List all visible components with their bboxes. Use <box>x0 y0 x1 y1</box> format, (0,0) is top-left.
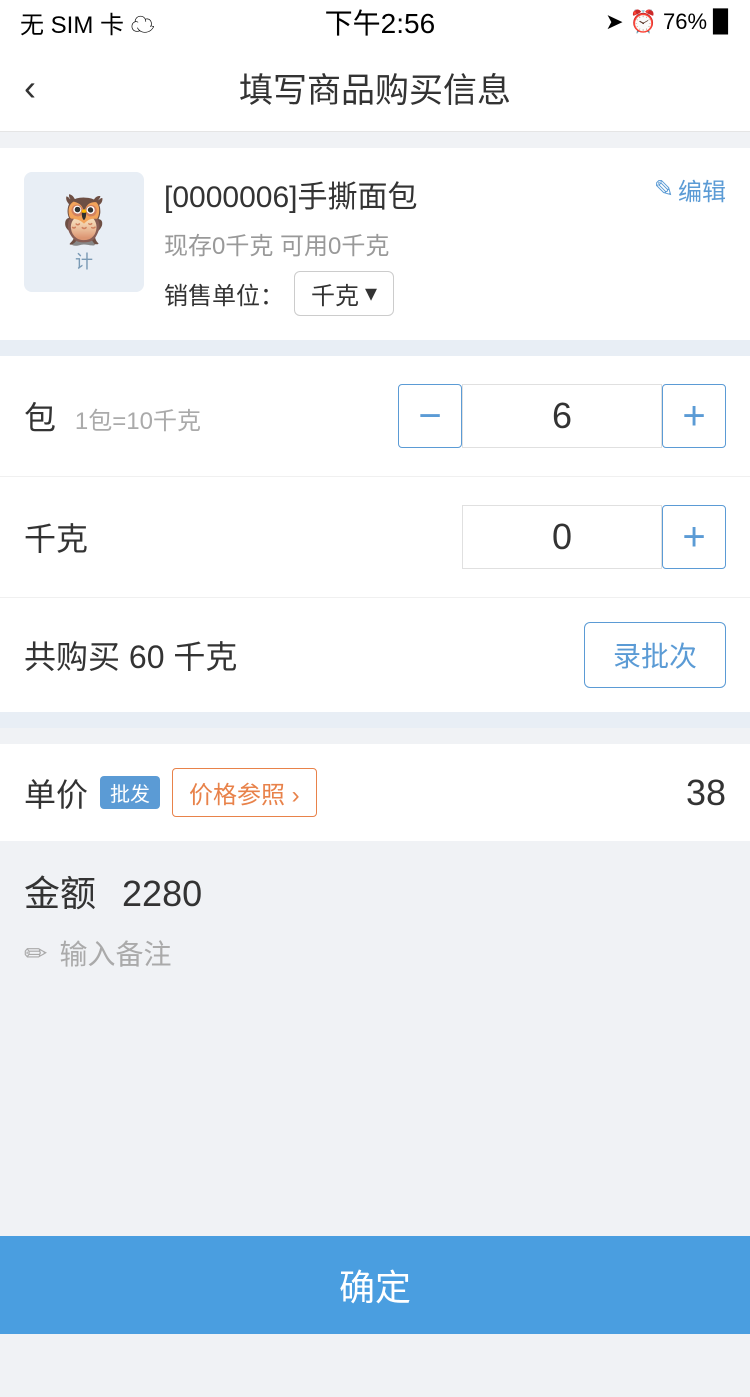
battery-label: 76% <box>663 9 707 35</box>
product-image: 🦉 计 <box>24 172 144 292</box>
package-minus-button[interactable]: − <box>398 384 462 448</box>
batch-tag: 批发 <box>100 776 160 809</box>
package-input-row: 包 1包=10千克 − + <box>0 356 750 477</box>
edit-button[interactable]: ✎ 编辑 <box>654 172 726 207</box>
unit-value: 千克 <box>311 276 359 311</box>
package-quantity-control: − + <box>398 384 726 448</box>
price-section: 单价 批发 价格参照 › 38 <box>0 744 750 841</box>
note-placeholder: 输入备注 <box>59 933 171 973</box>
product-logo-sub: 计 <box>54 248 114 274</box>
chevron-down-icon: ▾ <box>365 279 377 308</box>
price-value: 38 <box>686 772 726 814</box>
location-icon: ➤ <box>605 9 623 35</box>
divider-2 <box>0 712 750 728</box>
unit-label: 销售单位： <box>164 276 284 311</box>
total-text: 共购买 60 千克 <box>24 632 237 678</box>
total-row: 共购买 60 千克 录批次 <box>0 598 750 712</box>
nav-bar: ‹ 填写商品购买信息 <box>0 44 750 132</box>
product-stock: 现存0千克 可用0千克 <box>164 226 726 261</box>
confirm-button[interactable]: 确定 <box>0 1236 750 1334</box>
price-label: 单价 批发 价格参照 › <box>24 768 317 817</box>
note-row[interactable]: ✏ 输入备注 <box>24 933 726 973</box>
battery-icon: ▉ <box>713 9 730 35</box>
amount-section: 金额 2280 ✏ 输入备注 <box>0 841 750 997</box>
amount-row: 金额 2280 <box>24 865 726 917</box>
edit-icon: ✎ <box>654 175 674 204</box>
product-name: [0000006]手撕面包 <box>164 172 726 216</box>
status-left: 无 SIM 卡 ☁ <box>20 5 155 40</box>
kg-quantity-control: + <box>462 505 726 569</box>
package-input-section: 包 1包=10千克 − + 千克 + <box>0 356 750 598</box>
bottom-space <box>0 997 750 1397</box>
package-plus-button[interactable]: + <box>662 384 726 448</box>
note-icon: ✏ <box>24 937 47 970</box>
unit-selector[interactable]: 千克 ▾ <box>294 271 394 316</box>
package-hint: 1包=10千克 <box>75 408 201 435</box>
price-row: 单价 批发 价格参照 › 38 <box>24 768 726 817</box>
divider-1 <box>0 340 750 356</box>
price-text: 单价 <box>24 770 88 816</box>
kg-plus-button[interactable]: + <box>662 505 726 569</box>
status-time: 下午2:56 <box>325 2 436 42</box>
kg-quantity-input[interactable] <box>462 505 662 569</box>
kg-label: 千克 <box>24 514 462 560</box>
product-info: [0000006]手撕面包 现存0千克 可用0千克 销售单位： 千克 ▾ <box>164 172 726 316</box>
product-card: 🦉 计 [0000006]手撕面包 现存0千克 可用0千克 销售单位： 千克 ▾… <box>0 148 750 340</box>
amount-value: 2280 <box>122 873 202 914</box>
status-bar: 无 SIM 卡 ☁ 下午2:56 ➤ ⏰ 76% ▉ <box>0 0 750 44</box>
amount-label: 金额 <box>24 873 96 914</box>
package-quantity-input[interactable] <box>462 384 662 448</box>
price-ref-button[interactable]: 价格参照 › <box>172 768 317 817</box>
alarm-icon: ⏰ <box>630 9 657 35</box>
back-button[interactable]: ‹ <box>24 67 36 109</box>
package-label: 包 1包=10千克 <box>24 393 398 439</box>
batch-button[interactable]: 录批次 <box>584 622 726 688</box>
product-logo: 🦉 <box>54 191 114 248</box>
status-right: ➤ ⏰ 76% ▉ <box>605 9 730 35</box>
sim-label: 无 SIM 卡 ☁ <box>20 5 155 40</box>
page-title: 填写商品购买信息 <box>239 63 511 112</box>
kg-input-row: 千克 + <box>0 477 750 598</box>
edit-label: 编辑 <box>678 172 726 207</box>
product-unit-row: 销售单位： 千克 ▾ <box>164 271 726 316</box>
